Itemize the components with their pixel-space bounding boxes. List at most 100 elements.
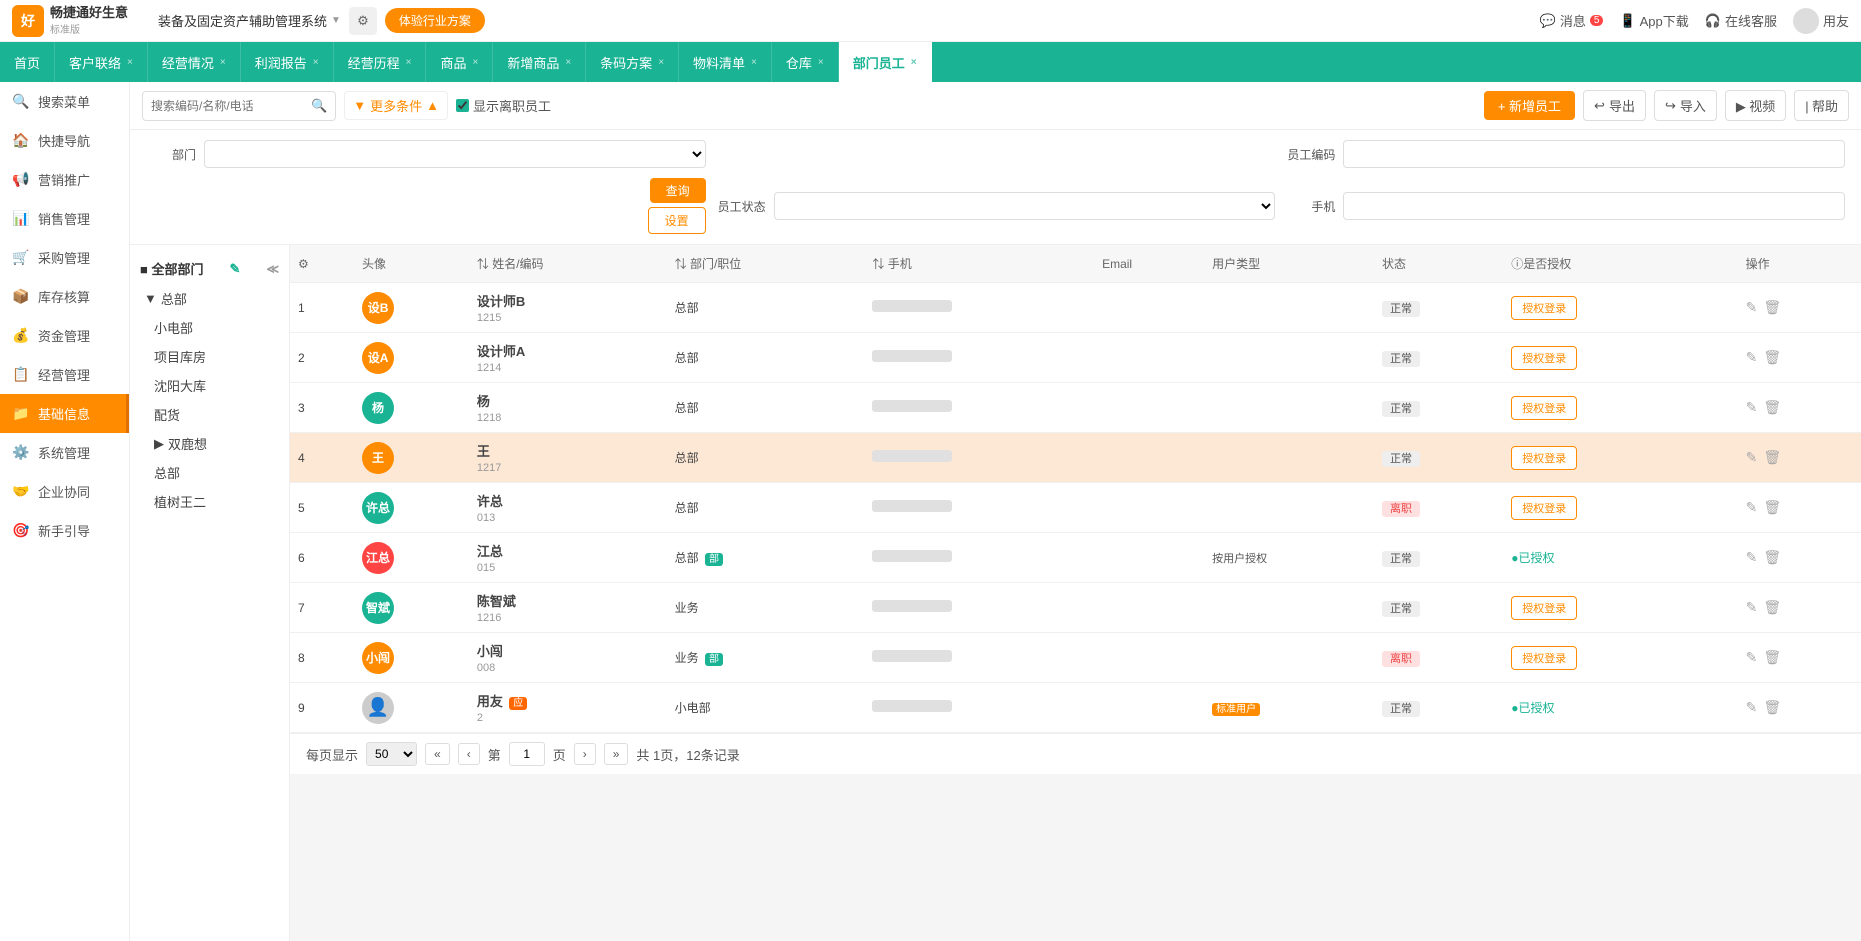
auth-button[interactable]: 授权登录 — [1511, 296, 1577, 320]
last-page-button[interactable]: » — [604, 743, 629, 765]
close-icon[interactable]: × — [127, 57, 133, 68]
close-icon[interactable]: × — [313, 57, 319, 68]
auth-button[interactable]: 授权登录 — [1511, 396, 1577, 420]
sidebar-item-marketing[interactable]: 📢 营销推广 — [0, 160, 129, 199]
delete-button[interactable]: 🗑 — [1763, 499, 1781, 516]
view-button[interactable]: ▶ 视频 — [1725, 90, 1786, 121]
set-button[interactable]: 设置 — [648, 207, 706, 234]
close-icon[interactable]: × — [472, 57, 478, 68]
auth-button[interactable]: 授权登录 — [1511, 596, 1577, 620]
sidebar-item-search[interactable]: 🔍 搜索菜单 — [0, 82, 129, 121]
sidebar-item-finance[interactable]: 💰 资金管理 — [0, 316, 129, 355]
dept-node-hq[interactable]: 总部 — [130, 458, 289, 487]
next-page-button[interactable]: › — [574, 743, 596, 765]
close-icon[interactable]: × — [818, 57, 824, 68]
tab-department[interactable]: 部门员工× — [839, 42, 932, 82]
app-download-button[interactable]: 📱 App下载 — [1619, 11, 1688, 30]
delete-button[interactable]: 🗑 — [1763, 299, 1781, 316]
close-icon[interactable]: × — [565, 57, 571, 68]
close-icon[interactable]: × — [751, 57, 757, 68]
tab-history[interactable]: 经营历程× — [334, 42, 427, 82]
search-button[interactable]: 🔍 — [303, 98, 335, 114]
tab-home[interactable]: 首页 — [0, 42, 55, 82]
prev-page-button[interactable]: ‹ — [458, 743, 480, 765]
dept-edit-icon[interactable]: ✎ — [230, 261, 241, 277]
show-leaving-checkbox[interactable] — [456, 99, 469, 112]
close-icon[interactable]: × — [658, 57, 664, 68]
search-box[interactable]: 🔍 — [142, 91, 336, 121]
col-dept[interactable]: ⇅ 部门/职位 — [667, 245, 865, 283]
tab-warehouse[interactable]: 仓库× — [772, 42, 839, 82]
sidebar-item-basic[interactable]: 📁 基础信息 — [0, 394, 129, 433]
emp-status-select[interactable] — [774, 192, 1276, 220]
tab-goods[interactable]: 商品× — [426, 42, 493, 82]
auth-button[interactable]: 授权登录 — [1511, 496, 1577, 520]
edit-button[interactable]: ✎ — [1746, 699, 1758, 716]
help-button[interactable]: | 帮助 — [1794, 90, 1849, 121]
sidebar-item-inventory[interactable]: 📦 库存核算 — [0, 277, 129, 316]
dept-node-proj-warehouse[interactable]: 项目库房 — [130, 342, 289, 371]
delete-button[interactable]: 🗑 — [1763, 699, 1781, 716]
page-number-input[interactable] — [509, 742, 545, 766]
close-icon[interactable]: × — [911, 57, 917, 68]
delete-button[interactable]: 🗑 — [1763, 449, 1781, 466]
online-service-button[interactable]: 🎧 在线客服 — [1705, 11, 1777, 30]
delete-button[interactable]: 🗑 — [1763, 549, 1781, 566]
dept-node-general[interactable]: ▼ 总部 — [130, 284, 289, 313]
col-phone[interactable]: ⇅ 手机 — [864, 245, 1094, 283]
dept-node-double[interactable]: ▶ 双鹿想 — [130, 429, 289, 458]
sidebar-item-collab[interactable]: 🤝 企业协同 — [0, 472, 129, 511]
edit-button[interactable]: ✎ — [1746, 649, 1758, 666]
sidebar-item-nav[interactable]: 🏠 快捷导航 — [0, 121, 129, 160]
emp-code-input[interactable] — [1343, 140, 1845, 168]
sidebar-item-system[interactable]: ⚙️ 系统管理 — [0, 433, 129, 472]
tab-new-goods[interactable]: 新增商品× — [493, 42, 586, 82]
tab-barcode[interactable]: 条码方案× — [586, 42, 679, 82]
edit-button[interactable]: ✎ — [1746, 349, 1758, 366]
message-button[interactable]: 💬 消息 5 — [1540, 11, 1604, 30]
tab-operation[interactable]: 经营情况× — [148, 42, 241, 82]
sidebar-item-sales[interactable]: 📊 销售管理 — [0, 199, 129, 238]
auth-button[interactable]: 授权登录 — [1511, 346, 1577, 370]
first-page-button[interactable]: « — [425, 743, 450, 765]
search-input[interactable] — [143, 99, 303, 113]
delete-button[interactable]: 🗑 — [1763, 649, 1781, 666]
edit-button[interactable]: ✎ — [1746, 499, 1758, 516]
auth-button[interactable]: 授权登录 — [1511, 646, 1577, 670]
dept-node-shipping[interactable]: 配货 — [130, 400, 289, 429]
delete-button[interactable]: 🗑 — [1763, 399, 1781, 416]
tab-bom[interactable]: 物料清单× — [679, 42, 772, 82]
edit-button[interactable]: ✎ — [1746, 599, 1758, 616]
edit-button[interactable]: ✎ — [1746, 449, 1758, 466]
tab-profit[interactable]: 利润报告× — [241, 42, 334, 82]
user-menu[interactable]: 用友 — [1793, 8, 1849, 34]
system-name[interactable]: 装备及固定资产辅助管理系统 ▼ — [158, 11, 341, 30]
close-icon[interactable]: × — [220, 57, 226, 68]
settings-icon[interactable]: ⚙ — [349, 7, 377, 35]
sidebar-item-management[interactable]: 📋 经营管理 — [0, 355, 129, 394]
close-icon[interactable]: × — [406, 57, 412, 68]
dept-tree-collapse-icon[interactable]: ≪ — [266, 262, 279, 276]
edit-button[interactable]: ✎ — [1746, 549, 1758, 566]
import-button[interactable]: ↪ 导入 — [1654, 90, 1717, 121]
col-settings[interactable]: ⚙ — [290, 245, 354, 283]
edit-button[interactable]: ✎ — [1746, 399, 1758, 416]
col-name[interactable]: ⇅ 姓名/编码 — [469, 245, 667, 283]
phone-input[interactable] — [1343, 192, 1845, 220]
dept-node-shenyang[interactable]: 沈阳大库 — [130, 371, 289, 400]
export-button[interactable]: ↩ 导出 — [1583, 90, 1646, 121]
dept-node-plant[interactable]: 植树王二 — [130, 487, 289, 516]
tab-customer[interactable]: 客户联络× — [55, 42, 148, 82]
query-button[interactable]: 查询 — [650, 178, 706, 203]
page-size-select[interactable]: 50 100 — [366, 742, 417, 766]
dept-select[interactable] — [204, 140, 706, 168]
show-leaving-checkbox-label[interactable]: 显示离职员工 — [456, 96, 551, 115]
sidebar-item-guide[interactable]: 🎯 新手引导 — [0, 511, 129, 550]
delete-button[interactable]: 🗑 — [1763, 349, 1781, 366]
trial-button[interactable]: 体验行业方案 — [385, 8, 485, 33]
edit-button[interactable]: ✎ — [1746, 299, 1758, 316]
add-employee-button[interactable]: + 新增员工 — [1484, 91, 1575, 120]
delete-button[interactable]: 🗑 — [1763, 599, 1781, 616]
more-conditions-button[interactable]: ▼ 更多条件 ▲ — [344, 91, 448, 120]
auth-button[interactable]: 授权登录 — [1511, 446, 1577, 470]
